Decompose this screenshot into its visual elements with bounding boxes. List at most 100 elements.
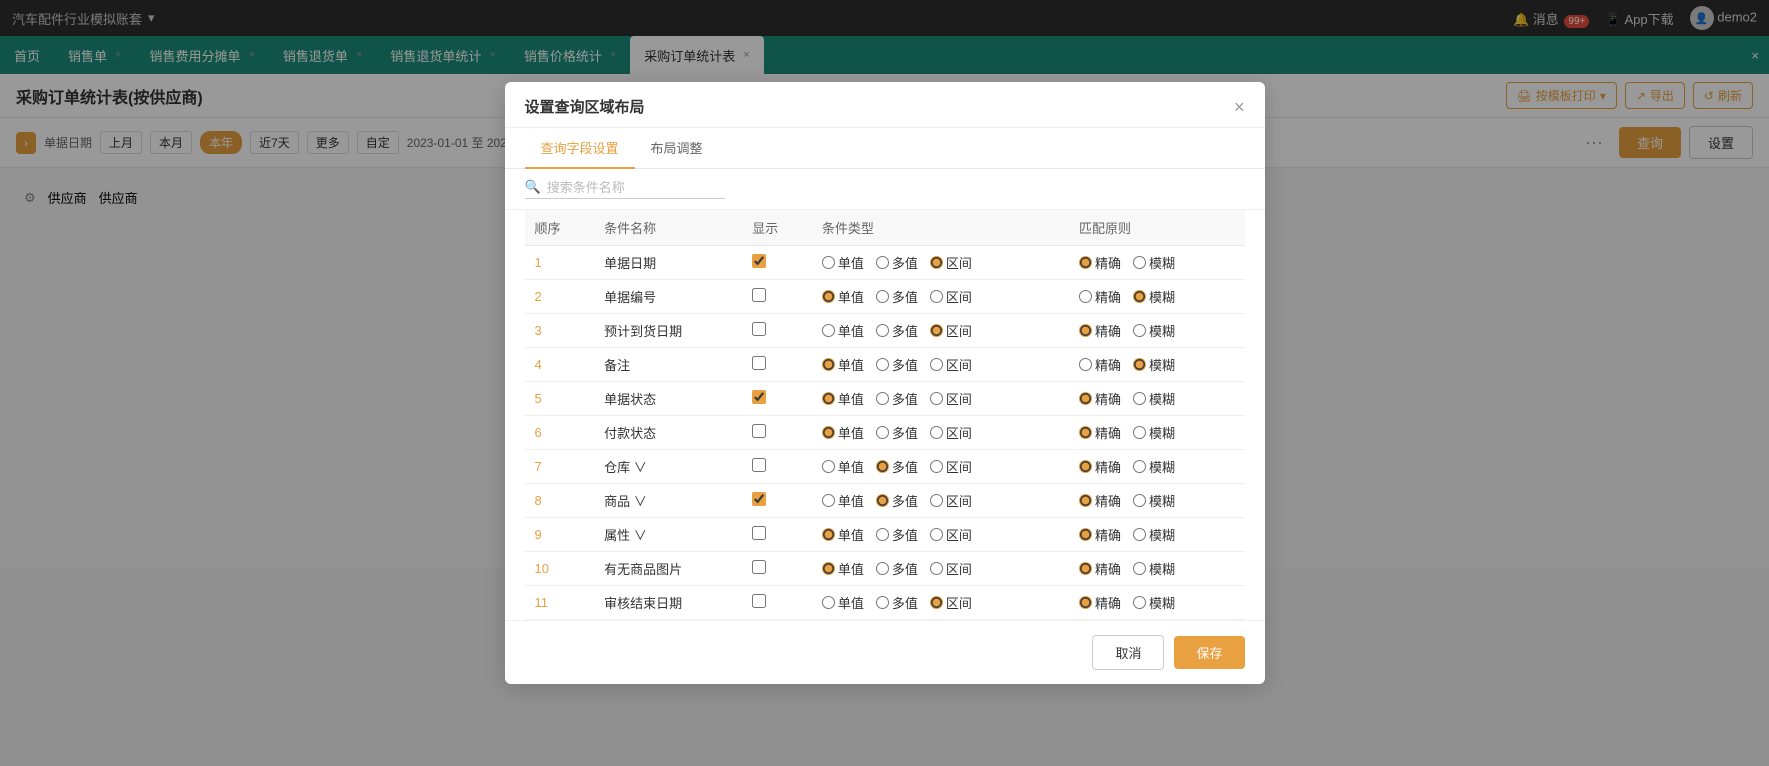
cell-match-9: 精确模糊 (1069, 552, 1244, 586)
match-radio-exact-9[interactable]: 精确 (1079, 559, 1121, 578)
match-radio-fuzzy-10[interactable]: 模糊 (1133, 593, 1175, 612)
type-radio-range-9[interactable]: 区间 (930, 559, 972, 578)
dialog-footer: 取消 保存 (505, 620, 1265, 684)
type-radio-range-7[interactable]: 区间 (930, 491, 972, 510)
cell-type-5: 单值多值区间 (812, 416, 1069, 450)
type-radio-range-8[interactable]: 区间 (930, 525, 972, 544)
type-radio-single-5[interactable]: 单值 (822, 423, 864, 442)
match-radio-fuzzy-6[interactable]: 模糊 (1133, 457, 1175, 476)
type-radio-multi-2[interactable]: 多值 (876, 321, 918, 340)
match-radio-exact-1[interactable]: 精确 (1079, 287, 1121, 306)
type-radio-single-9[interactable]: 单值 (822, 559, 864, 578)
match-radio-exact-4[interactable]: 精确 (1079, 389, 1121, 408)
match-radio-fuzzy-3[interactable]: 模糊 (1133, 355, 1175, 374)
type-radio-range-6[interactable]: 区间 (930, 457, 972, 476)
cell-type-2: 单值多值区间 (812, 314, 1069, 348)
match-radio-exact-3[interactable]: 精确 (1079, 355, 1121, 374)
col-header-type: 条件类型 (812, 210, 1069, 246)
type-radio-multi-0[interactable]: 多值 (876, 253, 918, 272)
cancel-button[interactable]: 取消 (1092, 635, 1164, 670)
match-radio-exact-5[interactable]: 精确 (1079, 423, 1121, 442)
cell-display-0 (742, 246, 812, 280)
search-wrap: 🔍 (525, 179, 725, 199)
save-button[interactable]: 保存 (1174, 636, 1244, 669)
cell-display-6 (742, 450, 812, 484)
col-header-display: 显示 (742, 210, 812, 246)
match-radio-fuzzy-2[interactable]: 模糊 (1133, 321, 1175, 340)
type-radio-range-10[interactable]: 区间 (930, 593, 972, 612)
display-checkbox-1[interactable] (752, 288, 766, 302)
type-radio-range-2[interactable]: 区间 (930, 321, 972, 340)
cell-order-7: 8 (525, 484, 595, 518)
type-radio-multi-1[interactable]: 多值 (876, 287, 918, 306)
display-checkbox-4[interactable] (752, 390, 766, 404)
table-row: 11审核结束日期单值多值区间精确模糊 (525, 586, 1245, 620)
cell-order-5: 6 (525, 416, 595, 450)
type-radio-multi-5[interactable]: 多值 (876, 423, 918, 442)
type-radio-single-1[interactable]: 单值 (822, 287, 864, 306)
type-radio-multi-9[interactable]: 多值 (876, 559, 918, 578)
match-radio-fuzzy-7[interactable]: 模糊 (1133, 491, 1175, 510)
conditions-table-wrap: 顺序 条件名称 显示 条件类型 匹配原则 1单据日期单值多值区间精确模糊2单据编… (505, 210, 1265, 620)
match-radio-exact-6[interactable]: 精确 (1079, 457, 1121, 476)
match-radio-exact-0[interactable]: 精确 (1079, 253, 1121, 272)
cell-order-0: 1 (525, 246, 595, 280)
match-radio-fuzzy-5[interactable]: 模糊 (1133, 423, 1175, 442)
tab-layout-adjust[interactable]: 布局调整 (635, 128, 719, 169)
type-radio-multi-8[interactable]: 多值 (876, 525, 918, 544)
display-checkbox-0[interactable] (752, 254, 766, 268)
cell-name-6: 仓库 ∨ (594, 450, 742, 484)
cell-display-10 (742, 586, 812, 620)
table-row: 6付款状态单值多值区间精确模糊 (525, 416, 1245, 450)
match-radio-fuzzy-4[interactable]: 模糊 (1133, 389, 1175, 408)
type-radio-multi-10[interactable]: 多值 (876, 593, 918, 612)
settings-dialog: 设置查询区域布局 × 查询字段设置 布局调整 🔍 顺序 (505, 82, 1265, 684)
cell-name-7: 商品 ∨ (594, 484, 742, 518)
type-radio-single-3[interactable]: 单值 (822, 355, 864, 374)
cell-order-1: 2 (525, 280, 595, 314)
cell-display-4 (742, 382, 812, 416)
display-checkbox-8[interactable] (752, 526, 766, 540)
type-radio-range-3[interactable]: 区间 (930, 355, 972, 374)
search-input[interactable] (547, 180, 707, 195)
type-radio-multi-3[interactable]: 多值 (876, 355, 918, 374)
display-checkbox-6[interactable] (752, 458, 766, 472)
type-radio-multi-7[interactable]: 多值 (876, 491, 918, 510)
type-radio-single-6[interactable]: 单值 (822, 457, 864, 476)
match-radio-exact-7[interactable]: 精确 (1079, 491, 1121, 510)
match-radio-exact-2[interactable]: 精确 (1079, 321, 1121, 340)
display-checkbox-9[interactable] (752, 560, 766, 574)
type-radio-range-4[interactable]: 区间 (930, 389, 972, 408)
type-radio-range-1[interactable]: 区间 (930, 287, 972, 306)
type-radio-single-4[interactable]: 单值 (822, 389, 864, 408)
type-radio-range-5[interactable]: 区间 (930, 423, 972, 442)
display-checkbox-10[interactable] (752, 594, 766, 608)
tab-query-fields[interactable]: 查询字段设置 (525, 128, 635, 169)
dialog-close-button[interactable]: × (1234, 98, 1245, 116)
type-radio-single-8[interactable]: 单值 (822, 525, 864, 544)
match-radio-fuzzy-0[interactable]: 模糊 (1133, 253, 1175, 272)
display-checkbox-3[interactable] (752, 356, 766, 370)
type-radio-single-0[interactable]: 单值 (822, 253, 864, 272)
type-radio-range-0[interactable]: 区间 (930, 253, 972, 272)
type-radio-single-10[interactable]: 单值 (822, 593, 864, 612)
cell-name-2: 预计到货日期 (594, 314, 742, 348)
conditions-table: 顺序 条件名称 显示 条件类型 匹配原则 1单据日期单值多值区间精确模糊2单据编… (525, 210, 1245, 620)
table-row: 9属性 ∨单值多值区间精确模糊 (525, 518, 1245, 552)
display-checkbox-2[interactable] (752, 322, 766, 336)
type-radio-multi-6[interactable]: 多值 (876, 457, 918, 476)
match-radio-fuzzy-1[interactable]: 模糊 (1133, 287, 1175, 306)
type-radio-single-7[interactable]: 单值 (822, 491, 864, 510)
match-radio-exact-10[interactable]: 精确 (1079, 593, 1121, 612)
display-checkbox-7[interactable] (752, 492, 766, 506)
match-radio-exact-8[interactable]: 精确 (1079, 525, 1121, 544)
type-radio-single-2[interactable]: 单值 (822, 321, 864, 340)
type-radio-multi-4[interactable]: 多值 (876, 389, 918, 408)
match-radio-fuzzy-8[interactable]: 模糊 (1133, 525, 1175, 544)
match-radio-fuzzy-9[interactable]: 模糊 (1133, 559, 1175, 578)
cell-type-3: 单值多值区间 (812, 348, 1069, 382)
dialog-title: 设置查询区域布局 (525, 96, 645, 117)
cell-match-2: 精确模糊 (1069, 314, 1244, 348)
cell-type-0: 单值多值区间 (812, 246, 1069, 280)
display-checkbox-5[interactable] (752, 424, 766, 438)
